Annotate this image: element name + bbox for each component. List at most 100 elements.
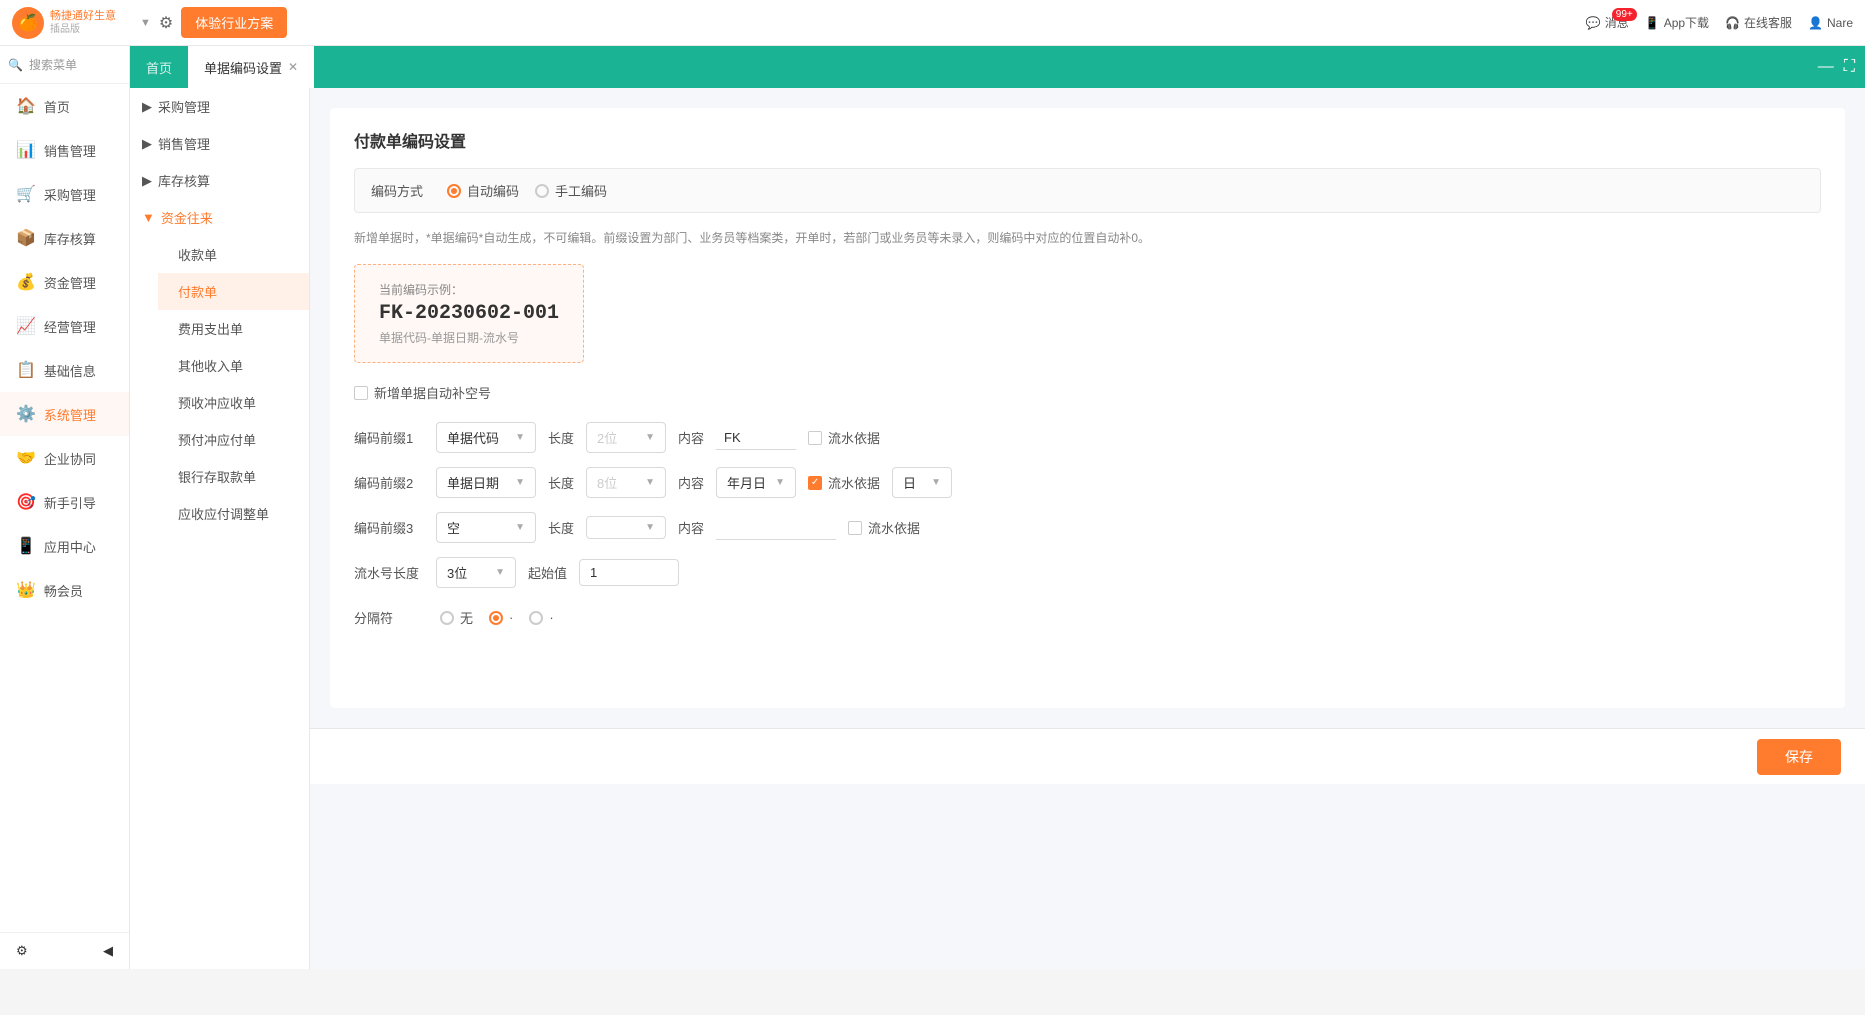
start-value-label: 起始值 — [528, 563, 567, 582]
left-item-payable-adj[interactable]: 应收应付调整单 — [158, 495, 309, 532]
sidebar-item-inventory[interactable]: 📦 库存核算 — [0, 216, 129, 260]
prefix1-label: 编码前缀1 — [354, 428, 424, 447]
tab-minimize-icon[interactable]: — — [1818, 58, 1834, 76]
start-value-input[interactable] — [579, 559, 679, 586]
sep-dot[interactable]: · — [489, 610, 513, 625]
dropdown-arrow-icon[interactable]: ▼ — [140, 17, 151, 29]
prefix2-cycle-arrow-icon: ▼ — [931, 477, 941, 488]
separator-row: 分隔符 无 · · — [354, 608, 1821, 627]
sidebar-item-basic[interactable]: 📋 基础信息 — [0, 348, 129, 392]
online-service-btn[interactable]: 🎧 在线客服 — [1725, 14, 1792, 31]
sidebar-item-operation[interactable]: 📈 经营管理 — [0, 304, 129, 348]
left-item-other-income[interactable]: 其他收入单 — [158, 347, 309, 384]
collapse-icon[interactable]: ◀ — [103, 943, 113, 959]
sidebar-item-member[interactable]: 👑 畅会员 — [0, 568, 129, 612]
auto-fill-checkbox[interactable] — [354, 386, 368, 400]
prefix2-select[interactable]: 单据日期 ▼ — [436, 467, 536, 498]
sidebar-bottom: ⚙ ◀ — [0, 932, 129, 969]
logo-text: 畅捷通好生意 插品版 — [50, 9, 116, 36]
prefix3-length-arrow-icon: ▼ — [645, 522, 655, 533]
prefix1-length-arrow-icon: ▼ — [645, 432, 655, 443]
manual-encode-radio[interactable] — [535, 184, 549, 198]
tab-home[interactable]: 首页 — [130, 46, 188, 88]
prefix1-serial-check[interactable]: 流水依据 — [808, 428, 880, 447]
sidebar-item-finance[interactable]: 💰 资金管理 — [0, 260, 129, 304]
user-avatar[interactable]: 👤 Nare — [1808, 16, 1853, 30]
search-menu[interactable]: 🔍 搜索菜单 — [0, 46, 129, 84]
auto-encode-radio[interactable] — [447, 184, 461, 198]
sidebar-item-sales[interactable]: 📊 销售管理 — [0, 128, 129, 172]
apps-icon: 📱 — [16, 536, 36, 556]
left-item-payment[interactable]: 付款单 — [158, 273, 309, 310]
tab-encode-settings[interactable]: 单据编码设置 ✕ — [188, 46, 314, 88]
group-purchase[interactable]: ▶ 采购管理 — [130, 88, 309, 125]
left-item-receipt[interactable]: 收款单 — [158, 236, 309, 273]
prefix2-length-arrow-icon: ▼ — [645, 477, 655, 488]
left-item-prepay-pay[interactable]: 预付冲应付单 — [158, 421, 309, 458]
left-item-expense[interactable]: 费用支出单 — [158, 310, 309, 347]
prefix3-serial-check[interactable]: 流水依据 — [848, 518, 920, 537]
auto-fill-checkbox-row[interactable]: 新增单据自动补空号 — [354, 383, 1821, 402]
sep-dash[interactable]: · — [529, 610, 553, 625]
manual-encode-option[interactable]: 手工编码 — [535, 181, 607, 200]
prefix2-cycle-select[interactable]: 日 ▼ — [892, 467, 952, 498]
prefix2-label: 编码前缀2 — [354, 473, 424, 492]
message-btn[interactable]: 💬 消息 99+ — [1586, 14, 1629, 31]
prefix3-content-input[interactable] — [716, 516, 836, 540]
serial-length-label: 流水号长度 — [354, 563, 424, 582]
prefix2-length-select[interactable]: 8位 ▼ — [586, 467, 666, 498]
prefix3-length-select[interactable]: ▼ — [586, 516, 666, 539]
left-item-prepay-recv[interactable]: 预收冲应收单 — [158, 384, 309, 421]
preview-desc: 单据代码-单据日期-流水号 — [379, 329, 559, 346]
search-icon: 🔍 — [8, 58, 23, 72]
sep-none[interactable]: 无 — [440, 608, 473, 627]
top-bar-right: 💬 消息 99+ 📱 App下载 🎧 在线客服 👤 Nare — [1586, 14, 1853, 31]
serial-length-select[interactable]: 3位 ▼ — [436, 557, 516, 588]
tab-close-icon[interactable]: ✕ — [288, 60, 298, 74]
group-inventory[interactable]: ▶ 库存核算 — [130, 162, 309, 199]
app-download-btn[interactable]: 📱 App下载 — [1645, 14, 1709, 31]
prefix2-content-select[interactable]: 年月日 ▼ — [716, 467, 796, 498]
sidebar-item-guide[interactable]: 🎯 新手引导 — [0, 480, 129, 524]
prefix1-content-input[interactable] — [716, 426, 796, 450]
chevron-right-icon: ▶ — [142, 99, 152, 115]
prefix1-serial-checkbox[interactable] — [808, 431, 822, 445]
prefix1-arrow-icon: ▼ — [515, 432, 525, 443]
system-icon: ⚙️ — [16, 404, 36, 424]
prefix2-content-arrow-icon: ▼ — [775, 477, 785, 488]
tab-maximize-icon[interactable]: ⛶ — [1844, 58, 1855, 76]
sep-none-radio[interactable] — [440, 611, 454, 625]
left-item-bank-deposit[interactable]: 银行存取款单 — [158, 458, 309, 495]
experience-button[interactable]: 体验行业方案 — [181, 7, 287, 38]
settings-bottom-icon[interactable]: ⚙ — [16, 943, 28, 959]
prefix2-row: 编码前缀2 单据日期 ▼ 长度 8位 ▼ 内容 年月日 ▼ — [354, 467, 1821, 498]
sidebar-item-purchase[interactable]: 🛒 采购管理 — [0, 172, 129, 216]
prefix2-serial-check[interactable]: ✓ 流水依据 — [808, 473, 880, 492]
sidebar-item-apps[interactable]: 📱 应用中心 — [0, 524, 129, 568]
group-sales[interactable]: ▶ 销售管理 — [130, 125, 309, 162]
prefix1-select[interactable]: 单据代码 ▼ — [436, 422, 536, 453]
settings-icon[interactable]: ⚙ — [159, 13, 173, 33]
prefix2-arrow-icon: ▼ — [515, 477, 525, 488]
bottom-bar: 保存 — [310, 728, 1865, 784]
preview-code: FK-20230602-001 — [379, 302, 559, 325]
separator-label: 分隔符 — [354, 608, 424, 627]
page-title: 付款单编码设置 — [354, 128, 1821, 152]
prefix2-serial-checkbox[interactable]: ✓ — [808, 476, 822, 490]
prefix3-select[interactable]: 空 ▼ — [436, 512, 536, 543]
save-button[interactable]: 保存 — [1757, 739, 1841, 775]
sidebar-item-enterprise[interactable]: 🤝 企业协同 — [0, 436, 129, 480]
settings-content: 付款单编码设置 编码方式 自动编码 手工编码 — [330, 108, 1845, 708]
group-capital[interactable]: ▼ 资金往来 — [130, 199, 309, 236]
prefix1-length-select[interactable]: 2位 ▼ — [586, 422, 666, 453]
content-area: ▶ 采购管理 ▶ 销售管理 ▶ 库存核算 ▼ 资金往来 收款单 付款单 费用支出… — [130, 88, 1865, 969]
right-panel: 付款单编码设置 编码方式 自动编码 手工编码 — [310, 88, 1865, 969]
auto-encode-option[interactable]: 自动编码 — [447, 181, 519, 200]
sep-dot-radio[interactable] — [489, 611, 503, 625]
home-icon: 🏠 — [16, 96, 36, 116]
sidebar-item-system[interactable]: ⚙️ 系统管理 — [0, 392, 129, 436]
sep-dash-radio[interactable] — [529, 611, 543, 625]
prefix3-row: 编码前缀3 空 ▼ 长度 ▼ 内容 流水依据 — [354, 512, 1821, 543]
prefix3-serial-checkbox[interactable] — [848, 521, 862, 535]
sidebar-item-home[interactable]: 🏠 首页 — [0, 84, 129, 128]
